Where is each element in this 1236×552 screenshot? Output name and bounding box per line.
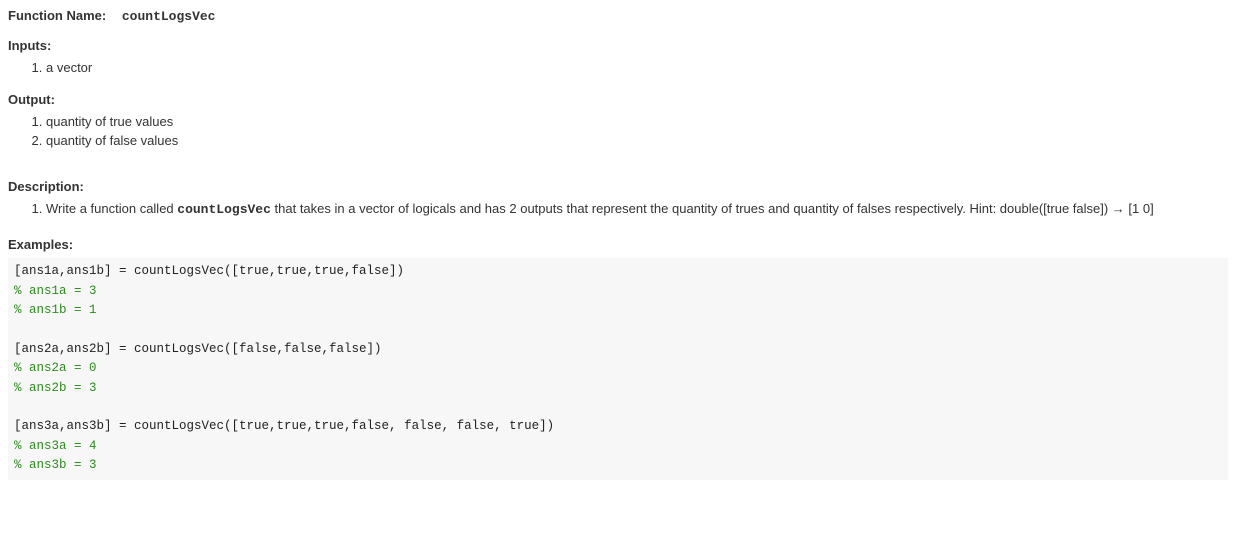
function-name-value: countLogsVec (122, 9, 216, 24)
inputs-label: Inputs: (8, 38, 1228, 53)
inputs-list: a vector (46, 59, 1228, 78)
code-line: [ans1a,ans1b] = countLogsVec([true,true,… (14, 264, 404, 278)
code-comment-line: % ans3b = 3 (14, 458, 97, 472)
function-name-row: Function Name: countLogsVec (8, 8, 1228, 24)
code-comment-line: % ans1a = 3 (14, 284, 97, 298)
description-suffix: that takes in a vector of logicals and h… (271, 201, 1154, 216)
list-item: Write a function called countLogsVec tha… (46, 200, 1228, 220)
examples-code: [ans1a,ans1b] = countLogsVec([true,true,… (8, 258, 1228, 479)
description-bold: countLogsVec (177, 202, 271, 217)
code-comment-line: % ans1b = 1 (14, 303, 97, 317)
code-comment-line: % ans3a = 4 (14, 439, 97, 453)
output-list: quantity of true values quantity of fals… (46, 113, 1228, 151)
function-name-label: Function Name: (8, 8, 106, 23)
description-label: Description: (8, 179, 1228, 194)
list-item: a vector (46, 59, 1228, 78)
description-prefix: Write a function called (46, 201, 177, 216)
code-comment-line: % ans2b = 3 (14, 381, 97, 395)
description-list: Write a function called countLogsVec tha… (46, 200, 1228, 220)
code-line: [ans2a,ans2b] = countLogsVec([false,fals… (14, 342, 382, 356)
examples-label: Examples: (8, 237, 1228, 252)
list-item: quantity of true values (46, 113, 1228, 132)
list-item: quantity of false values (46, 132, 1228, 151)
code-comment-line: % ans2a = 0 (14, 361, 97, 375)
output-label: Output: (8, 92, 1228, 107)
code-line: [ans3a,ans3b] = countLogsVec([true,true,… (14, 419, 554, 433)
